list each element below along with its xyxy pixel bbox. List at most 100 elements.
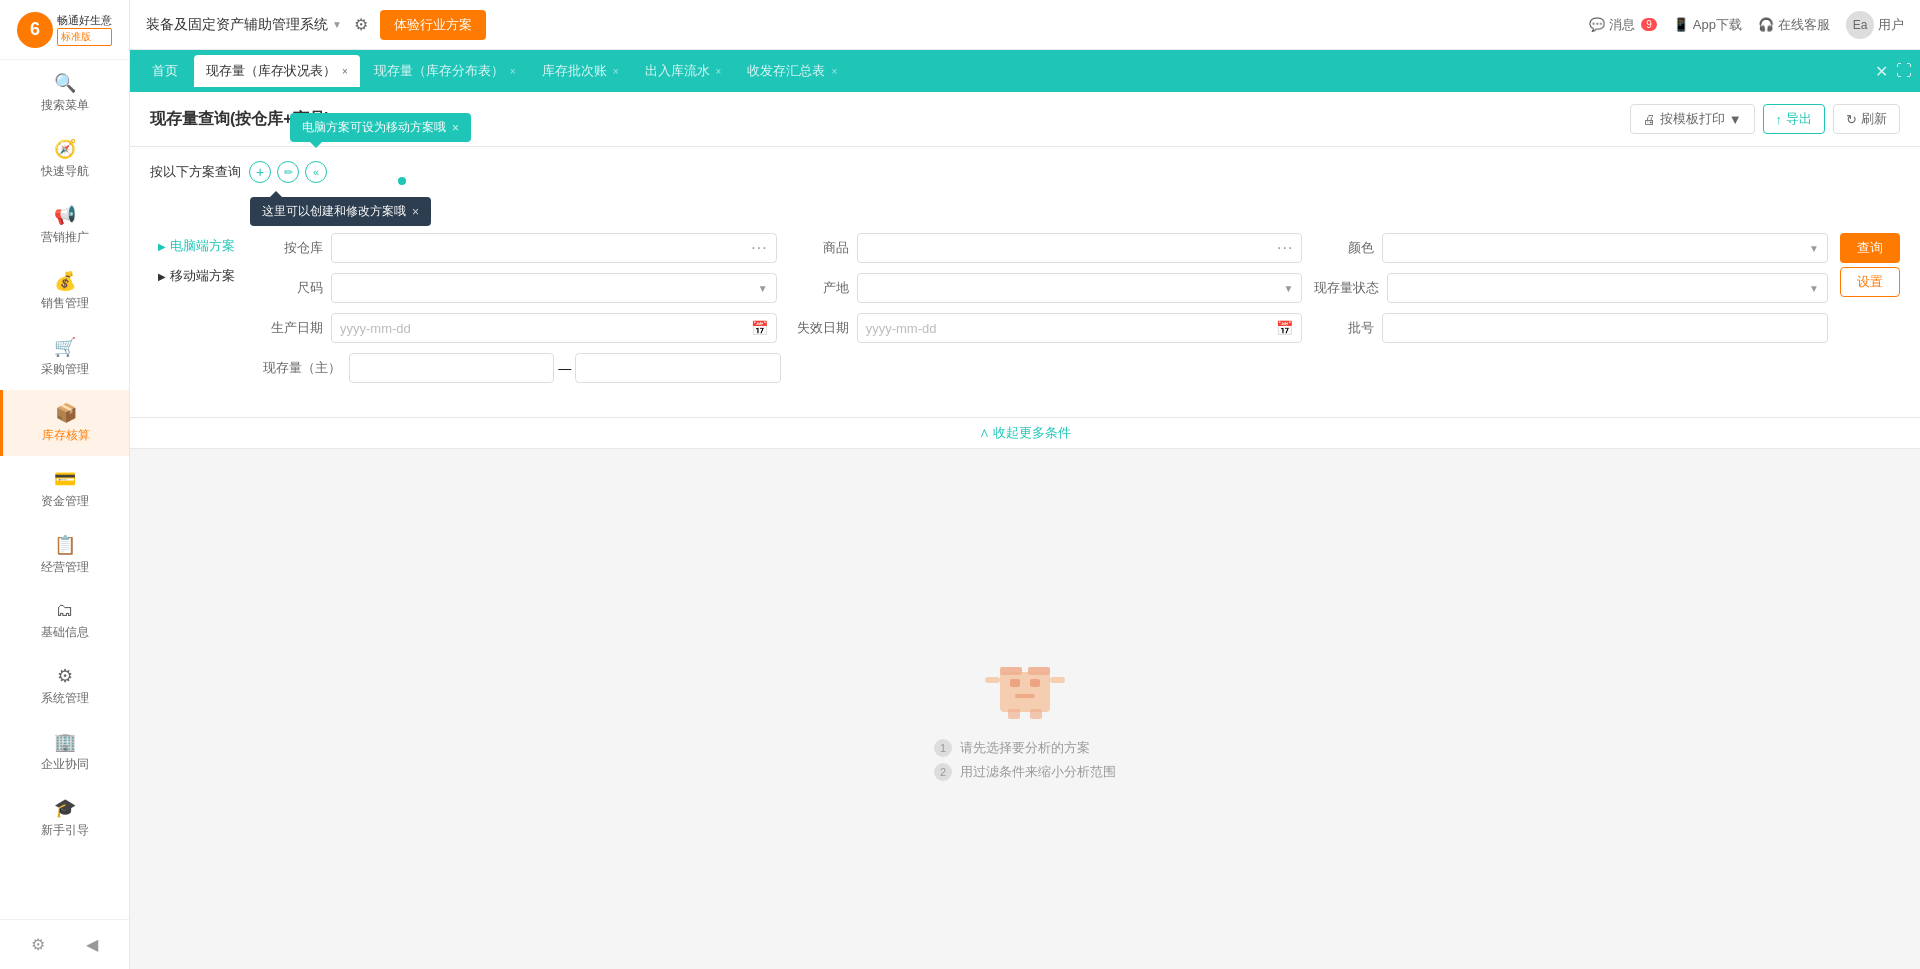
guide-icon: 🎓: [54, 797, 76, 819]
tooltip1-close[interactable]: ×: [452, 121, 459, 135]
tooltip-scheme-convert: 电脑方案可设为移动方案哦 ×: [290, 113, 471, 142]
scheme-mobile[interactable]: ▶ 移动端方案: [150, 263, 243, 289]
color-select[interactable]: ▼: [1382, 233, 1828, 263]
sidebar-item-enterprise[interactable]: 🏢 企业协同: [0, 719, 129, 785]
warehouse-dots[interactable]: ···: [751, 239, 767, 257]
user-avatar-area[interactable]: Ea 用户: [1846, 11, 1904, 39]
tooltip1-text: 电脑方案可设为移动方案哦: [302, 119, 446, 136]
tab-stock-status-label: 现存量（库存状况表）: [206, 62, 336, 80]
collapse-bar[interactable]: ∧ 收起更多条件: [130, 418, 1920, 449]
tabs-close-all[interactable]: ✕: [1875, 62, 1888, 81]
tab-stock-dist[interactable]: 现存量（库存分布表） ×: [362, 55, 528, 87]
tab-receive-close[interactable]: ×: [831, 66, 837, 77]
enterprise-icon: 🏢: [54, 731, 76, 753]
svg-rect-6: [985, 677, 1000, 683]
tab-receive-label: 收发存汇总表: [747, 62, 825, 80]
tab-batch[interactable]: 库存批次账 ×: [530, 55, 631, 87]
scheme-mobile-label: 移动端方案: [170, 267, 235, 285]
query-btn[interactable]: 查询: [1840, 233, 1900, 263]
export-btn[interactable]: ↑ 导出: [1763, 104, 1826, 134]
solution-btn[interactable]: 体验行业方案: [380, 10, 486, 40]
purchase-icon: 🛒: [54, 336, 76, 358]
sidebar-item-inventory[interactable]: 📦 库存核算: [0, 390, 129, 456]
field-size: 尺码 ▼: [263, 273, 777, 303]
tabs-bar: 首页 现存量（库存状况表） × 现存量（库存分布表） × 库存批次账 × 出入库…: [130, 50, 1920, 92]
refresh-btn[interactable]: ↻ 刷新: [1833, 104, 1900, 134]
stock-status-select[interactable]: ▼: [1387, 273, 1828, 303]
tab-inout[interactable]: 出入库流水 ×: [633, 55, 734, 87]
scheme-desktop[interactable]: ▶ 电脑端方案: [150, 233, 243, 259]
search-icon: 🔍: [54, 72, 76, 94]
navigation-icon: 🧭: [54, 138, 76, 160]
warehouse-label: 按仓库: [263, 239, 323, 257]
app-download-action[interactable]: 📱 App下载: [1673, 16, 1742, 34]
collapse-label: 收起更多条件: [993, 425, 1071, 440]
tab-stock-dist-close[interactable]: ×: [510, 66, 516, 77]
tab-stock-status[interactable]: 现存量（库存状况表） ×: [194, 55, 360, 87]
sidebar-footer: ⚙ ◀: [0, 919, 129, 969]
field-origin: 产地 ▼: [789, 273, 1303, 303]
back-btn[interactable]: «: [305, 161, 327, 183]
dot-indicator: [398, 177, 406, 185]
system-selector[interactable]: 装备及固定资产辅助管理系统 ▼: [146, 16, 342, 34]
sidebar-nav: 🔍 搜索菜单 🧭 快速导航 📢 营销推广 💰 销售管理 🛒 采购管理 📦 库存核…: [0, 60, 129, 919]
edit-scheme-btn[interactable]: ✏: [277, 161, 299, 183]
export-label: 导出: [1786, 110, 1812, 128]
tabs-fullscreen[interactable]: ⛶: [1896, 62, 1912, 80]
export-icon: ↑: [1776, 112, 1783, 127]
logo-tag: 标准版: [57, 28, 112, 46]
tab-inout-close[interactable]: ×: [716, 66, 722, 77]
tab-inout-label: 出入库流水: [645, 62, 710, 80]
collapse-icon: ∧: [979, 425, 990, 440]
filter-actions: + ✏ «: [249, 161, 327, 183]
sidebar-item-operation[interactable]: 📋 经营管理: [0, 522, 129, 588]
origin-select[interactable]: ▼: [857, 273, 1303, 303]
tab-stock-status-close[interactable]: ×: [342, 66, 348, 77]
filter-row-1: 按仓库 ··· 商品 ···: [263, 233, 1828, 263]
operation-icon: 📋: [54, 534, 76, 556]
footer-collapse-btn[interactable]: ◀: [86, 935, 98, 954]
sidebar-item-system[interactable]: ⚙ 系统管理: [0, 653, 129, 719]
sidebar-item-marketing[interactable]: 📢 营销推广: [0, 192, 129, 258]
goods-select[interactable]: ···: [857, 233, 1303, 263]
color-label: 颜色: [1314, 239, 1374, 257]
tab-receive[interactable]: 收发存汇总表 ×: [735, 55, 849, 87]
size-select[interactable]: ▼: [331, 273, 777, 303]
print-label: 按模板打印: [1660, 110, 1725, 128]
tooltip2-close[interactable]: ×: [412, 205, 419, 219]
scheme-list: ▶ 电脑端方案 ▶ 移动端方案: [150, 233, 243, 393]
add-scheme-btn[interactable]: +: [249, 161, 271, 183]
expire-date-placeholder: yyyy-mm-dd: [866, 321, 937, 336]
stock-qty-min[interactable]: [349, 353, 554, 383]
goods-dots[interactable]: ···: [1277, 239, 1293, 257]
warehouse-select[interactable]: ···: [331, 233, 777, 263]
sidebar-label-quick: 快速导航: [41, 163, 89, 180]
stock-qty-max[interactable]: [575, 353, 780, 383]
system-icon: ⚙: [57, 665, 73, 687]
sidebar-item-quick[interactable]: 🧭 快速导航: [0, 126, 129, 192]
reset-btn[interactable]: 设置: [1840, 267, 1900, 297]
stock-qty-range: —: [349, 353, 781, 383]
expire-date-input[interactable]: yyyy-mm-dd 📅: [857, 313, 1303, 343]
support-icon: 🎧: [1758, 17, 1774, 32]
sidebar-item-finance[interactable]: 💳 资金管理: [0, 456, 129, 522]
batch-input[interactable]: [1382, 313, 1828, 343]
print-btn[interactable]: 🖨 按模板打印 ▼: [1630, 104, 1755, 134]
hint-num-1: 1: [934, 739, 952, 757]
message-action[interactable]: 💬 消息 9: [1589, 16, 1657, 34]
batch-label: 批号: [1314, 319, 1374, 337]
sidebar-item-purchase[interactable]: 🛒 采购管理: [0, 324, 129, 390]
tab-home[interactable]: 首页: [138, 55, 192, 87]
sidebar-item-search[interactable]: 🔍 搜索菜单: [0, 60, 129, 126]
support-action[interactable]: 🎧 在线客服: [1758, 16, 1830, 34]
tab-batch-close[interactable]: ×: [613, 66, 619, 77]
sidebar-item-sales[interactable]: 💰 销售管理: [0, 258, 129, 324]
footer-settings-btn[interactable]: ⚙: [31, 935, 45, 954]
header-settings-btn[interactable]: ⚙: [354, 15, 368, 34]
prod-date-input[interactable]: yyyy-mm-dd 📅: [331, 313, 777, 343]
sidebar-item-guide[interactable]: 🎓 新手引导: [0, 785, 129, 851]
inventory-icon: 📦: [55, 402, 77, 424]
sidebar-label-purchase: 采购管理: [41, 361, 89, 378]
sidebar-item-basic[interactable]: 🗂 基础信息: [0, 588, 129, 653]
message-icon: 💬: [1589, 17, 1605, 32]
